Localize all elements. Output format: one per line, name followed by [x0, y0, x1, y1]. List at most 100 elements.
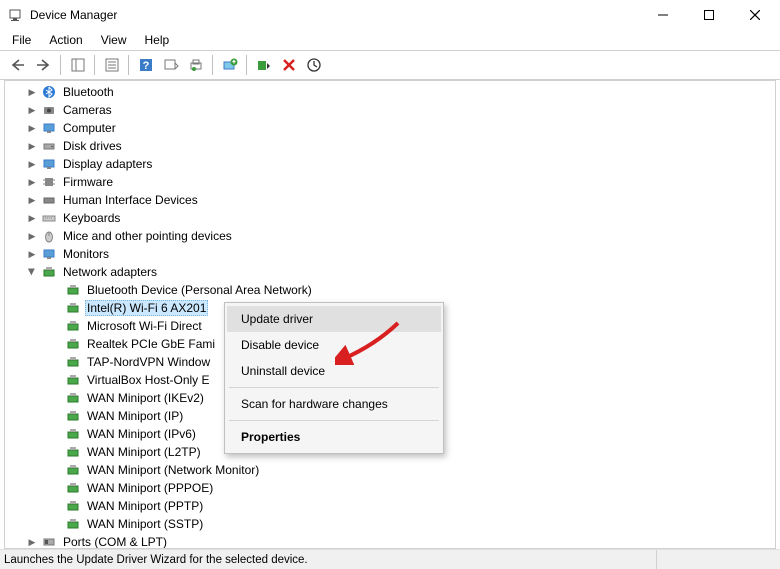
firmware-icon [41, 174, 57, 190]
chevron-right-icon: ▶ [25, 211, 39, 225]
chevron-right-icon: ▶ [25, 193, 39, 207]
category-label: Firmware [61, 175, 115, 189]
show-hide-tree-button[interactable] [66, 54, 89, 76]
device-label: Bluetooth Device (Personal Area Network) [85, 283, 314, 297]
device-item[interactable]: Bluetooth Device (Personal Area Network) [5, 281, 775, 299]
device-label: WAN Miniport (L2TP) [85, 445, 203, 459]
help-button[interactable]: ? [134, 54, 157, 76]
category-label: Display adapters [61, 157, 154, 171]
chevron-right-icon: ▶ [25, 247, 39, 261]
ctx-update-driver[interactable]: Update driver [227, 306, 441, 332]
category-disk-drives[interactable]: ▶Disk drives [5, 137, 775, 155]
forward-button[interactable] [32, 54, 55, 76]
mouse-icon [41, 228, 57, 244]
network-icon [65, 462, 81, 478]
toolbar: ? [0, 50, 780, 80]
svg-text:?: ? [142, 60, 149, 72]
category-monitors[interactable]: ▶ Monitors [5, 245, 775, 263]
disk-icon [41, 138, 57, 154]
category-bluetooth[interactable]: ▶Bluetooth [5, 83, 775, 101]
device-label: Realtek PCIe GbE Fami [85, 337, 217, 351]
category-network-adapters[interactable]: ▶Network adapters [5, 263, 775, 281]
action-button[interactable] [159, 54, 182, 76]
network-icon [65, 426, 81, 442]
maximize-button[interactable] [686, 0, 732, 30]
category-hid[interactable]: ▶ Human Interface Devices [5, 191, 775, 209]
chevron-down-icon: ▶ [25, 265, 39, 279]
network-icon [65, 372, 81, 388]
category-label: Monitors [61, 247, 111, 261]
network-icon [65, 300, 81, 316]
properties-button[interactable] [100, 54, 123, 76]
network-icon [65, 444, 81, 460]
category-firmware[interactable]: ▶ Firmware [5, 173, 775, 191]
device-label: WAN Miniport (PPTP) [85, 499, 205, 513]
category-ports[interactable]: ▶ Ports (COM & LPT) [5, 533, 775, 549]
category-cameras[interactable]: ▶Cameras [5, 101, 775, 119]
category-display-adapters[interactable]: ▶Display adapters [5, 155, 775, 173]
category-label: Disk drives [61, 139, 124, 153]
device-label: Microsoft Wi-Fi Direct [85, 319, 204, 333]
category-label: Keyboards [61, 211, 122, 225]
display-icon [41, 156, 57, 172]
category-computer[interactable]: ▶ Computer [5, 119, 775, 137]
device-item[interactable]: WAN Miniport (SSTP) [5, 515, 775, 533]
scan-hardware-button[interactable] [302, 54, 325, 76]
separator [212, 55, 213, 75]
device-label: VirtualBox Host-Only E [85, 373, 212, 387]
computer-icon [41, 120, 57, 136]
window-title: Device Manager [30, 8, 640, 22]
chevron-right-icon: ▶ [25, 121, 39, 135]
network-icon [65, 318, 81, 334]
ctx-uninstall-device[interactable]: Uninstall device [227, 358, 441, 384]
category-label: Mice and other pointing devices [61, 229, 234, 243]
category-label: Ports (COM & LPT) [61, 535, 169, 549]
category-label: Computer [61, 121, 118, 135]
device-label: WAN Miniport (Network Monitor) [85, 463, 261, 477]
device-label: TAP-NordVPN Window [85, 355, 212, 369]
menu-action[interactable]: Action [41, 31, 90, 49]
menu-file[interactable]: File [4, 31, 39, 49]
minimize-button[interactable] [640, 0, 686, 30]
category-mice[interactable]: ▶Mice and other pointing devices [5, 227, 775, 245]
back-button[interactable] [7, 54, 30, 76]
device-item[interactable]: WAN Miniport (Network Monitor) [5, 461, 775, 479]
device-label: WAN Miniport (IP) [85, 409, 185, 423]
context-menu: Update driver Disable device Uninstall d… [224, 302, 444, 454]
close-button[interactable] [732, 0, 778, 30]
device-label: WAN Miniport (SSTP) [85, 517, 205, 531]
category-label: Human Interface Devices [61, 193, 200, 207]
chevron-right-icon: ▶ [25, 85, 39, 99]
update-driver-button[interactable] [218, 54, 241, 76]
network-icon [65, 498, 81, 514]
print-button[interactable] [184, 54, 207, 76]
separator [94, 55, 95, 75]
camera-icon [41, 102, 57, 118]
category-label: Cameras [61, 103, 114, 117]
device-label: WAN Miniport (IPv6) [85, 427, 198, 441]
category-keyboards[interactable]: ▶ Keyboards [5, 209, 775, 227]
network-icon [41, 264, 57, 280]
ctx-properties[interactable]: Properties [227, 424, 441, 450]
network-icon [65, 282, 81, 298]
device-item[interactable]: WAN Miniport (PPPOE) [5, 479, 775, 497]
ctx-scan-hardware[interactable]: Scan for hardware changes [227, 391, 441, 417]
ctx-disable-device[interactable]: Disable device [227, 332, 441, 358]
menubar: File Action View Help [0, 30, 780, 50]
menu-help[interactable]: Help [137, 31, 178, 49]
separator [246, 55, 247, 75]
device-item[interactable]: WAN Miniport (PPTP) [5, 497, 775, 515]
device-label: WAN Miniport (IKEv2) [85, 391, 206, 405]
device-label: Intel(R) Wi-Fi 6 AX201 [85, 300, 208, 316]
uninstall-button[interactable] [277, 54, 300, 76]
chevron-right-icon: ▶ [25, 175, 39, 189]
menu-view[interactable]: View [93, 31, 135, 49]
chevron-right-icon: ▶ [25, 535, 39, 549]
network-icon [65, 408, 81, 424]
bluetooth-icon [41, 84, 57, 100]
enable-button[interactable] [252, 54, 275, 76]
separator [128, 55, 129, 75]
separator [229, 420, 439, 421]
network-icon [65, 516, 81, 532]
hid-icon [41, 192, 57, 208]
